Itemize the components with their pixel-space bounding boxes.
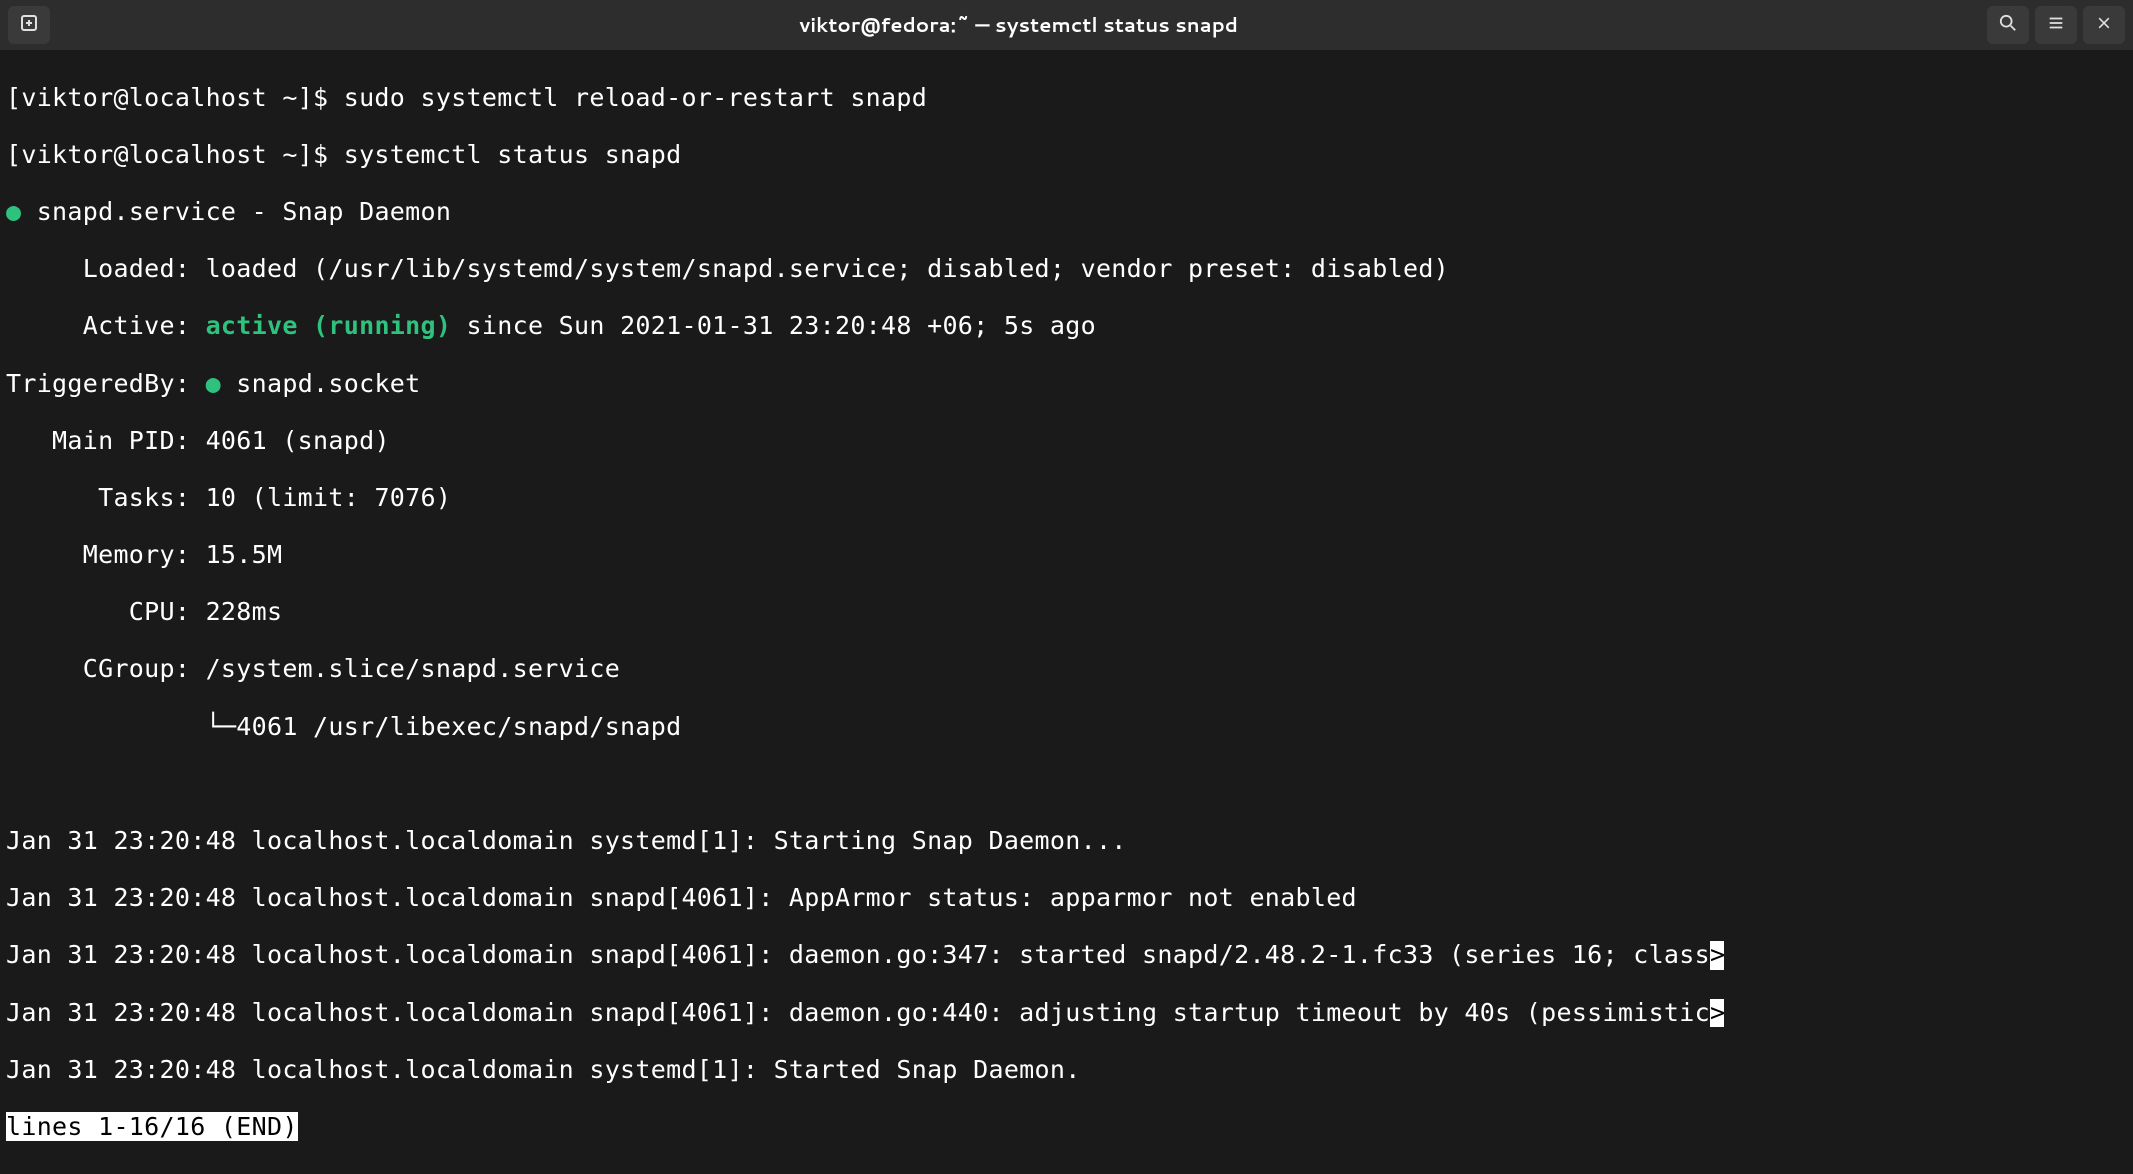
triggeredby-value: snapd.socket bbox=[221, 369, 421, 398]
tasks-label: Tasks: bbox=[6, 484, 206, 513]
memory-label: Memory: bbox=[6, 541, 206, 570]
triggeredby-label: TriggeredBy: bbox=[6, 370, 206, 399]
log-text: Jan 31 23:20:48 localhost.localdomain sn… bbox=[6, 998, 1710, 1027]
log-text: Jan 31 23:20:48 localhost.localdomain sn… bbox=[6, 940, 1710, 969]
service-name: snapd.service - Snap Daemon bbox=[21, 197, 451, 226]
prompt-line-1: [viktor@localhost ~]$ sudo systemctl rel… bbox=[6, 84, 2127, 113]
cgroup-label: CGroup: bbox=[6, 655, 206, 684]
truncation-indicator-icon: > bbox=[1710, 941, 1724, 970]
tasks-line: Tasks: 10 (limit: 7076) bbox=[6, 484, 2127, 513]
log-line: Jan 31 23:20:48 localhost.localdomain sn… bbox=[6, 941, 2127, 970]
log-line: Jan 31 23:20:48 localhost.localdomain sn… bbox=[6, 999, 2127, 1028]
window-title: viktor@fedora:~ — systemctl status snapd bbox=[50, 11, 1987, 39]
log-line: Jan 31 23:20:48 localhost.localdomain sy… bbox=[6, 827, 2127, 856]
titlebar-right-controls bbox=[1987, 6, 2125, 44]
cpu-label: CPU: bbox=[6, 598, 206, 627]
pager-status-line: lines 1-16/16 (END) bbox=[6, 1113, 2127, 1142]
close-button[interactable] bbox=[2083, 6, 2125, 44]
memory-line: Memory: 15.5M bbox=[6, 541, 2127, 570]
menu-button[interactable] bbox=[2035, 6, 2077, 44]
active-line: Active: active (running) since Sun 2021-… bbox=[6, 312, 2127, 341]
status-bullet-icon: ● bbox=[206, 369, 221, 398]
cpu-line: CPU: 228ms bbox=[6, 598, 2127, 627]
window-titlebar: viktor@fedora:~ — systemctl status snapd bbox=[0, 0, 2133, 51]
cpu-value: 228ms bbox=[206, 597, 283, 626]
blank-line bbox=[6, 770, 2127, 799]
mainpid-line: Main PID: 4061 (snapd) bbox=[6, 427, 2127, 456]
new-tab-icon bbox=[19, 13, 39, 37]
log-line: Jan 31 23:20:48 localhost.localdomain sy… bbox=[6, 1056, 2127, 1085]
shell-prompt: [viktor@localhost ~]$ bbox=[6, 140, 344, 169]
status-bullet-icon: ● bbox=[6, 197, 21, 226]
truncation-indicator-icon: > bbox=[1710, 999, 1724, 1028]
prompt-line-2: [viktor@localhost ~]$ systemctl status s… bbox=[6, 141, 2127, 170]
cgroup-tree-line: └─4061 /usr/libexec/snapd/snapd bbox=[6, 713, 2127, 742]
titlebar-left-controls bbox=[8, 6, 50, 44]
loaded-line: Loaded: loaded (/usr/lib/systemd/system/… bbox=[6, 255, 2127, 284]
log-line: Jan 31 23:20:48 localhost.localdomain sn… bbox=[6, 884, 2127, 913]
active-state: active (running) bbox=[206, 311, 452, 340]
triggeredby-line: TriggeredBy: ● snapd.socket bbox=[6, 370, 2127, 399]
mainpid-value: 4061 (snapd) bbox=[206, 426, 390, 455]
memory-value: 15.5M bbox=[206, 540, 283, 569]
command-text: sudo systemctl reload-or-restart snapd bbox=[344, 83, 927, 112]
service-header: ● snapd.service - Snap Daemon bbox=[6, 198, 2127, 227]
search-icon bbox=[1999, 14, 2017, 36]
loaded-value: loaded (/usr/lib/systemd/system/snapd.se… bbox=[206, 254, 1449, 283]
cgroup-line: CGroup: /system.slice/snapd.service bbox=[6, 655, 2127, 684]
cgroup-value: /system.slice/snapd.service bbox=[206, 654, 620, 683]
close-icon bbox=[2096, 15, 2112, 35]
new-tab-button[interactable] bbox=[8, 6, 50, 44]
loaded-label: Loaded: bbox=[6, 255, 206, 284]
active-since: since Sun 2021-01-31 23:20:48 +06; 5s ag… bbox=[451, 311, 1096, 340]
hamburger-menu-icon bbox=[2047, 14, 2065, 36]
shell-prompt: [viktor@localhost ~]$ bbox=[6, 83, 344, 112]
tasks-value: 10 (limit: 7076) bbox=[206, 483, 452, 512]
mainpid-label: Main PID: bbox=[6, 427, 206, 456]
active-label: Active: bbox=[6, 312, 206, 341]
pager-status: lines 1-16/16 (END) bbox=[6, 1112, 298, 1141]
command-text: systemctl status snapd bbox=[344, 140, 682, 169]
terminal-output[interactable]: [viktor@localhost ~]$ sudo systemctl rel… bbox=[0, 51, 2133, 1174]
search-button[interactable] bbox=[1987, 6, 2029, 44]
